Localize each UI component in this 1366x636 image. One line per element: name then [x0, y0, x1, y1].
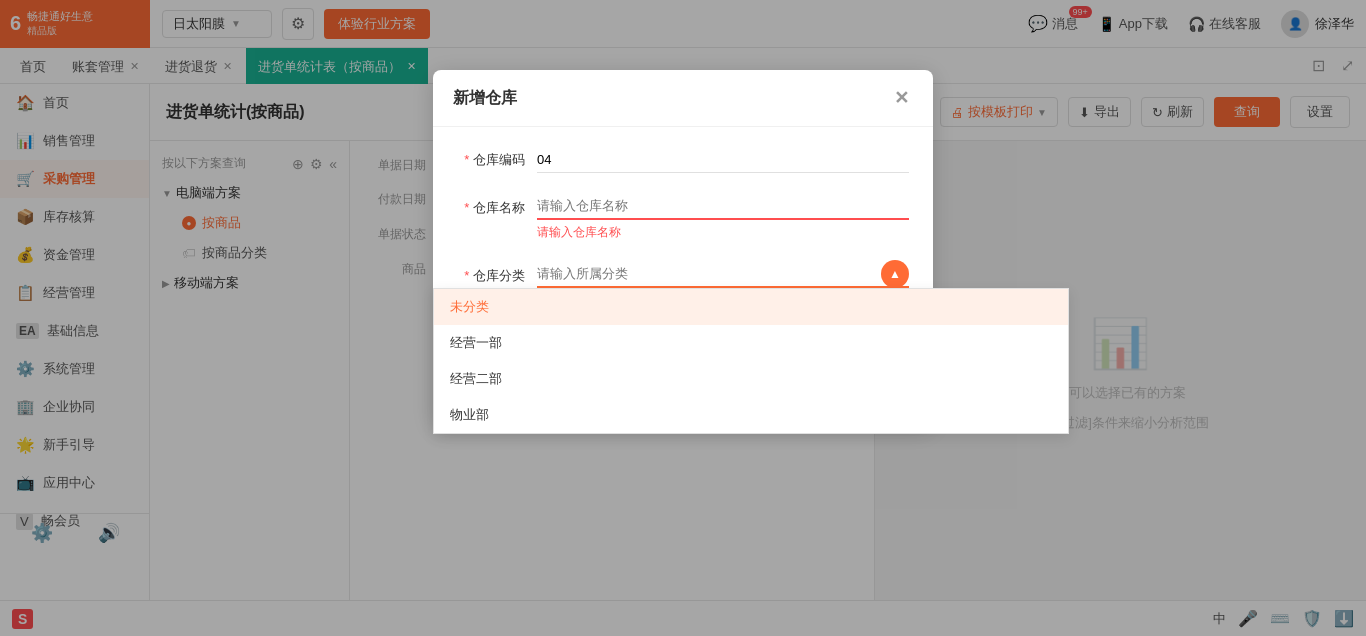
dialog-close-button[interactable]: ✕ — [889, 86, 913, 110]
category-input[interactable] — [537, 261, 909, 286]
dialog-body: * 仓库编码 * 仓库名称 请输入仓库名称 — [433, 127, 933, 374]
name-field-wrap: 请输入仓库名称 — [537, 193, 909, 241]
category-option-unclassified[interactable]: 未分类 — [434, 289, 1068, 325]
dialog-title: 新增仓库 — [453, 88, 517, 109]
dialog: 新增仓库 ✕ * 仓库编码 * 仓库名称 — [433, 70, 933, 426]
name-label: * 仓库名称 — [457, 193, 537, 217]
category-option-dept1[interactable]: 经营一部 — [434, 325, 1068, 361]
category-option-property[interactable]: 物业部 — [434, 397, 1068, 433]
warehouse-name-input[interactable] — [537, 193, 909, 220]
category-dropdown-list: 未分类 经营一部 经营二部 物业部 — [433, 288, 1069, 434]
category-label: * 仓库分类 — [457, 261, 537, 285]
form-row-name: * 仓库名称 请输入仓库名称 — [457, 193, 909, 241]
warehouse-code-input[interactable] — [537, 147, 909, 173]
category-field-wrap: ▲ 未分类 经营一部 经营二部 物业部 — [537, 261, 909, 288]
dialog-header: 新增仓库 ✕ — [433, 70, 933, 127]
dialog-overlay: 新增仓库 ✕ * 仓库编码 * 仓库名称 — [0, 0, 1366, 636]
form-row-code: * 仓库编码 — [457, 147, 909, 173]
form-row-category: * 仓库分类 ▲ 未分类 经营一部 — [457, 261, 909, 288]
code-label: * 仓库编码 — [457, 151, 537, 169]
name-error-message: 请输入仓库名称 — [537, 224, 909, 241]
code-field-wrap — [537, 147, 909, 173]
category-option-dept2[interactable]: 经营二部 — [434, 361, 1068, 397]
category-dropdown-arrow[interactable]: ▲ — [881, 260, 909, 288]
